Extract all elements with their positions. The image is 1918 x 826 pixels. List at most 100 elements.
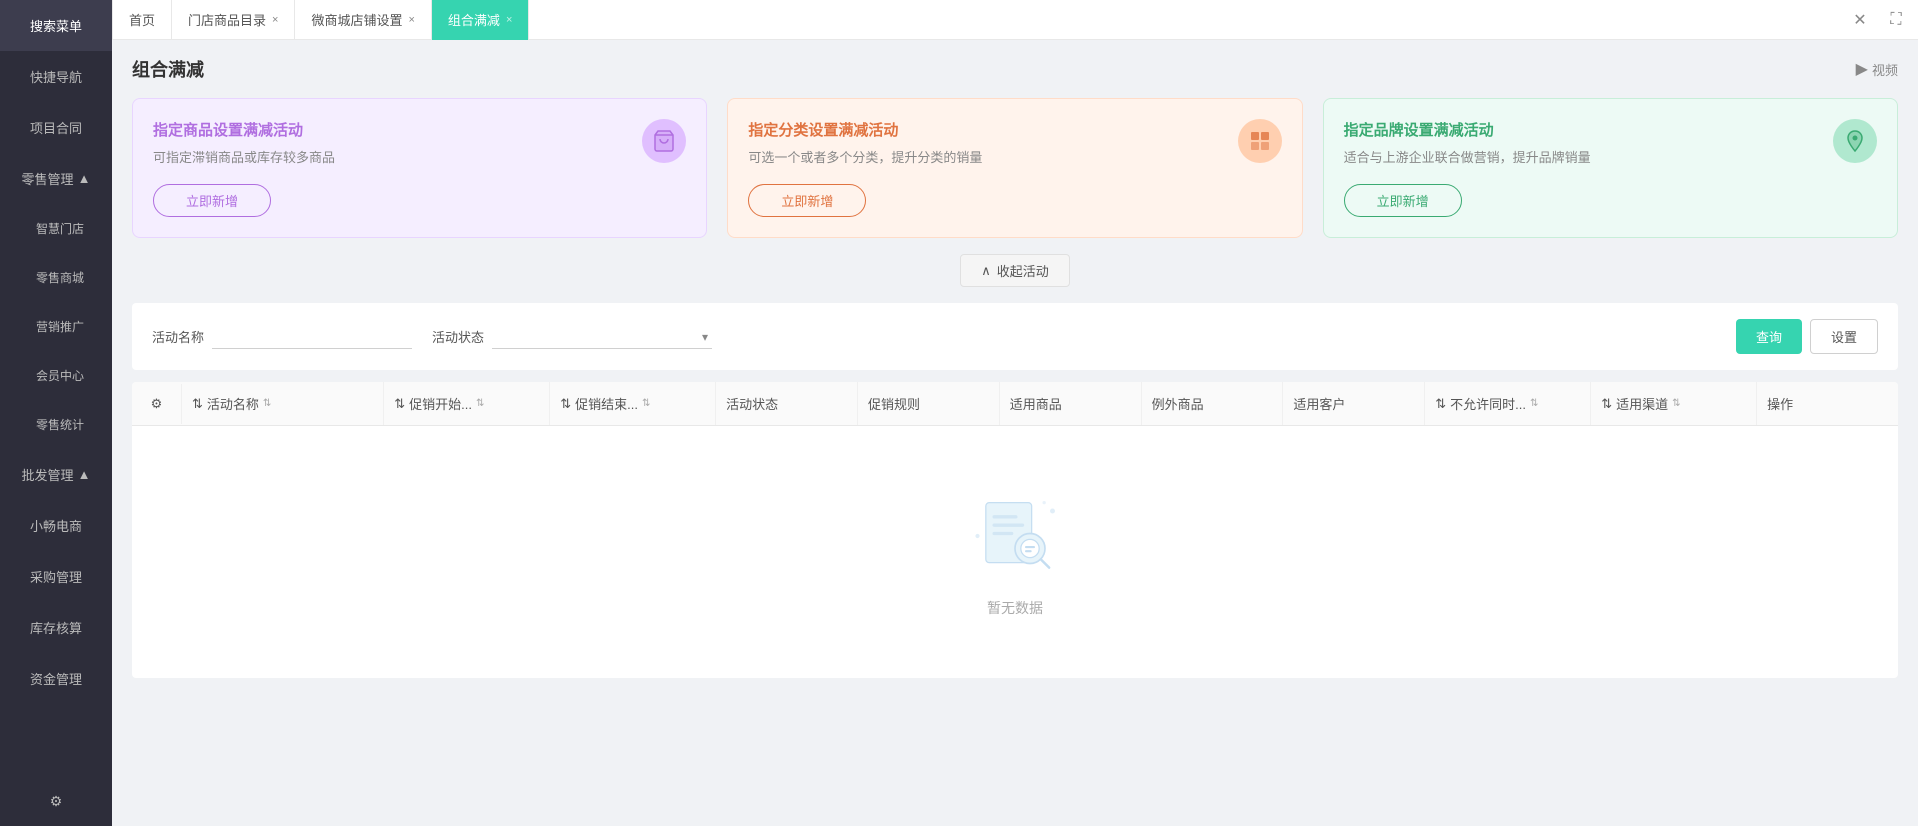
card-category-btn[interactable]: 立即新增 <box>748 184 866 217</box>
sidebar-item-purchase-label: 采购管理 <box>30 567 82 586</box>
play-circle-icon: ▶ <box>1856 59 1868 79</box>
empty-illustration <box>965 486 1065 586</box>
activity-status-select[interactable] <box>492 325 712 349</box>
activity-status-select-wrapper <box>492 325 712 349</box>
sidebar-item-retail-stats-label: 零售统计 <box>36 416 84 433</box>
th-rule: 促销规则 <box>858 382 1000 425</box>
sidebar-item-member-center-label: 会员中心 <box>36 367 84 384</box>
sidebar-item-inventory[interactable]: 库存核算 <box>0 602 112 653</box>
activity-status-field: 活动状态 <box>432 325 712 349</box>
th-end-sort-icon: ⇅ <box>560 396 571 412</box>
th-noshare-sort-icon: ⇅ <box>1435 396 1446 412</box>
window-close-button[interactable]: ✕ <box>1846 6 1874 34</box>
sidebar-item-quick-nav[interactable]: 快捷导航 <box>0 51 112 102</box>
search-actions: 查询 设置 <box>1736 319 1878 354</box>
video-link-label: 视频 <box>1872 60 1898 79</box>
th-goods: 适用商品 <box>1000 382 1142 425</box>
activity-name-input[interactable] <box>212 325 412 349</box>
sidebar-item-xiaochang-label: 小畅电商 <box>30 516 82 535</box>
table-container: ⚙ ⇅ 活动名称 ⇅ 促销开始... ⇅ 促销结束... 活动状态 <box>132 382 1898 678</box>
activity-name-field: 活动名称 <box>152 325 412 349</box>
sidebar-item-member-center[interactable]: 会员中心 <box>0 351 112 400</box>
th-start-sort-icon: ⇅ <box>394 396 405 412</box>
tab-wechat-settings-close[interactable]: × <box>408 14 414 26</box>
collapse-btn-label: 收起活动 <box>997 261 1049 280</box>
tab-home-label: 首页 <box>129 10 155 29</box>
main-area: 首页 门店商品目录 × 微商城店铺设置 × 组合满减 × ✕ ⛶ 组合满减 <box>112 0 1918 826</box>
card-brand-desc: 适合与上游企业联合做营销，提升品牌销量 <box>1344 148 1877 172</box>
th-settings[interactable]: ⚙ <box>132 384 182 424</box>
tab-store-catalog-label: 门店商品目录 <box>188 10 266 29</box>
video-link[interactable]: ▶ 视频 <box>1856 59 1898 79</box>
collapse-activity-button[interactable]: ∧ 收起活动 <box>960 254 1070 287</box>
tab-wechat-settings[interactable]: 微商城店铺设置 × <box>295 0 431 40</box>
expand-icon: ▲ <box>78 171 91 186</box>
settings-button[interactable]: 设置 <box>1810 319 1878 354</box>
tab-combo-discount[interactable]: 组合满减 × <box>432 0 529 40</box>
sidebar-item-quick-nav-label: 快捷导航 <box>30 67 82 86</box>
sidebar-item-marketing-label: 营销推广 <box>36 318 84 335</box>
th-noshare[interactable]: ⇅ 不允许同时... <box>1425 382 1591 425</box>
activity-name-label: 活动名称 <box>152 327 204 346</box>
tab-combo-discount-label: 组合满减 <box>448 10 500 29</box>
th-end[interactable]: ⇅ 促销结束... <box>550 382 716 425</box>
sidebar: 搜索菜单 快捷导航 项目合同 零售管理 ▲ 智慧门店 零售商城 营销推广 会员中… <box>0 0 112 826</box>
card-category-icon <box>1238 119 1282 163</box>
tab-store-catalog-close[interactable]: × <box>272 14 278 26</box>
sidebar-item-retail-mall-label: 零售商城 <box>36 269 84 286</box>
settings-icon: ⚙ <box>50 793 63 809</box>
sidebar-item-retail-management[interactable]: 零售管理 ▲ <box>0 153 112 204</box>
th-channel[interactable]: ⇅ 适用渠道 <box>1591 382 1757 425</box>
card-brand-icon <box>1833 119 1877 163</box>
sidebar-item-project-contract-label: 项目合同 <box>30 118 82 137</box>
th-customer: 适用客户 <box>1283 382 1425 425</box>
collapse-icon: ∧ <box>981 263 991 279</box>
sidebar-item-inventory-label: 库存核算 <box>30 618 82 637</box>
th-start[interactable]: ⇅ 促销开始... <box>384 382 550 425</box>
sidebar-item-wholesale[interactable]: 批发管理 ▲ <box>0 449 112 500</box>
table-header: ⚙ ⇅ 活动名称 ⇅ 促销开始... ⇅ 促销结束... 活动状态 <box>132 382 1898 426</box>
card-brand-title: 指定品牌设置满减活动 <box>1344 119 1877 140</box>
card-category: 指定分类设置满减活动 可选一个或者多个分类，提升分类的销量 立即新增 <box>727 98 1302 238</box>
sidebar-item-search-menu-label: 搜索菜单 <box>30 16 82 35</box>
sidebar-item-search-menu[interactable]: 搜索菜单 <box>0 0 112 51</box>
window-maximize-button[interactable]: ⛶ <box>1882 6 1910 34</box>
tab-bar-right: ✕ ⛶ <box>1846 6 1918 34</box>
card-brand: 指定品牌设置满减活动 适合与上游企业联合做营销，提升品牌销量 立即新增 <box>1323 98 1898 238</box>
card-category-desc: 可选一个或者多个分类，提升分类的销量 <box>748 148 1281 172</box>
page-content: 组合满减 ▶ 视频 指定商品设置满减活动 可指定滞销商品或库存较多商品 立 <box>112 40 1918 826</box>
card-goods-icon <box>642 119 686 163</box>
sidebar-item-finance[interactable]: 资金管理 <box>0 653 112 704</box>
card-category-title: 指定分类设置满减活动 <box>748 119 1281 140</box>
sidebar-item-smart-store-label: 智慧门店 <box>36 220 84 237</box>
table-settings-icon: ⚙ <box>151 396 163 412</box>
sidebar-item-marketing[interactable]: 营销推广 <box>0 302 112 351</box>
query-button[interactable]: 查询 <box>1736 319 1802 354</box>
sidebar-item-smart-store[interactable]: 智慧门店 <box>0 204 112 253</box>
sidebar-item-retail-mall[interactable]: 零售商城 <box>0 253 112 302</box>
sidebar-item-finance-label: 资金管理 <box>30 669 82 688</box>
tab-home[interactable]: 首页 <box>112 0 172 40</box>
th-name[interactable]: ⇅ 活动名称 <box>182 382 384 425</box>
card-goods: 指定商品设置满减活动 可指定滞销商品或库存较多商品 立即新增 <box>132 98 707 238</box>
activity-cards: 指定商品设置满减活动 可指定滞销商品或库存较多商品 立即新增 指定分类设置满减活… <box>132 98 1898 238</box>
th-status: 活动状态 <box>716 382 858 425</box>
activity-status-label: 活动状态 <box>432 327 484 346</box>
card-goods-title: 指定商品设置满减活动 <box>153 119 686 140</box>
card-goods-desc: 可指定滞销商品或库存较多商品 <box>153 148 686 172</box>
search-bar: 活动名称 活动状态 查询 设置 <box>132 303 1898 370</box>
card-brand-btn[interactable]: 立即新增 <box>1344 184 1462 217</box>
sidebar-item-purchase[interactable]: 采购管理 <box>0 551 112 602</box>
tab-store-catalog[interactable]: 门店商品目录 × <box>172 0 295 40</box>
sidebar-item-xiaochang[interactable]: 小畅电商 <box>0 500 112 551</box>
th-except: 例外商品 <box>1142 382 1284 425</box>
card-goods-btn[interactable]: 立即新增 <box>153 184 271 217</box>
tab-wechat-settings-label: 微商城店铺设置 <box>311 10 402 29</box>
sidebar-item-wholesale-label: 批发管理 <box>22 465 74 484</box>
sidebar-settings-button[interactable]: ⚙ <box>0 777 112 826</box>
sidebar-item-retail-stats[interactable]: 零售统计 <box>0 400 112 449</box>
sidebar-item-project-contract[interactable]: 项目合同 <box>0 102 112 153</box>
page-header: 组合满减 ▶ 视频 <box>132 56 1898 82</box>
empty-text: 暂无数据 <box>987 598 1043 618</box>
tab-combo-discount-close[interactable]: × <box>506 14 512 26</box>
